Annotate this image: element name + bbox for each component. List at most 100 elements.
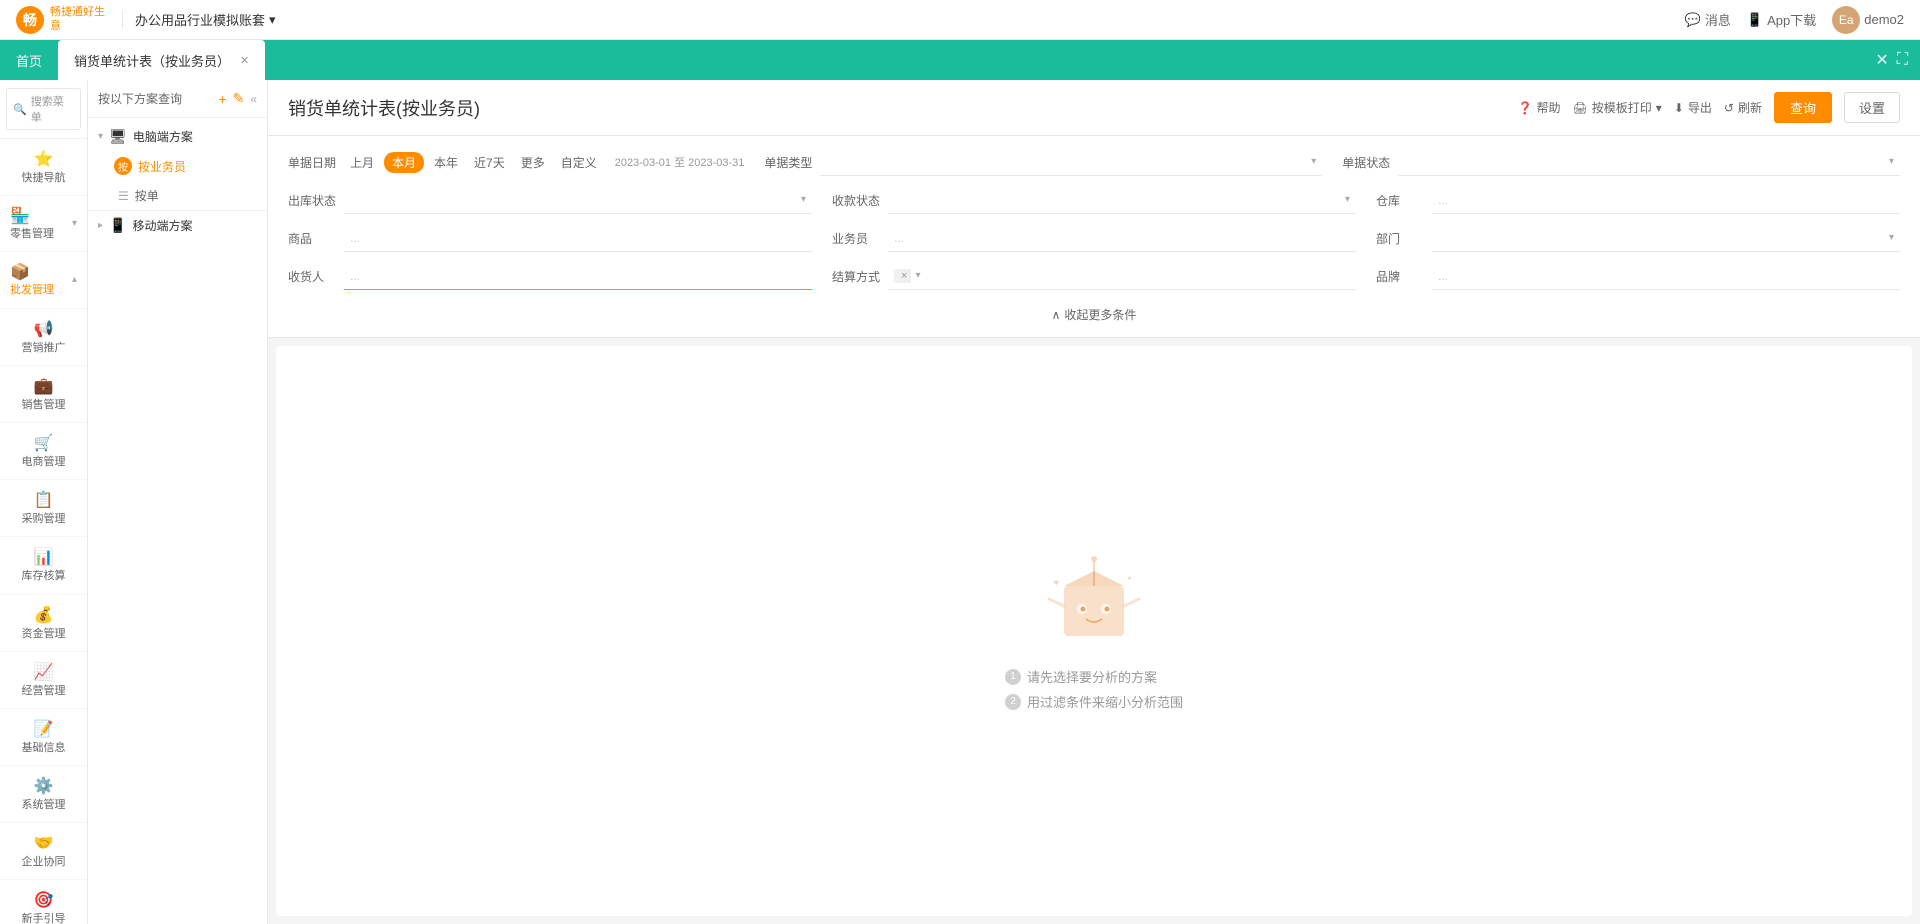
- sidebar-item-enterprise[interactable]: 🤝 企业协同: [0, 823, 87, 880]
- sidebar-item-inventory[interactable]: 📊 库存核算: [0, 537, 87, 594]
- sidebar-item-retail[interactable]: 🏪 零售管理 ▾: [0, 196, 87, 252]
- date-tab-this-year[interactable]: 本年: [428, 152, 464, 173]
- goods-placeholder: ...: [350, 231, 806, 245]
- sidebar-item-operations[interactable]: 📈 经营管理: [0, 652, 87, 709]
- mobile-icon: 📱: [109, 217, 126, 234]
- page-title: 销货单统计表(按业务员): [288, 95, 480, 133]
- query-btn[interactable]: 查询: [1774, 92, 1832, 123]
- message-action[interactable]: 💬 消息: [1685, 10, 1731, 29]
- collapse-arrow-icon: ∧: [1052, 308, 1061, 322]
- tab-sales-stat-label: 销货单统计表（按业务员）: [74, 51, 230, 70]
- tab-sales-stat[interactable]: 销货单统计表（按业务员） ✕: [58, 40, 265, 80]
- help-btn[interactable]: ❓ 帮助: [1518, 99, 1561, 116]
- filter-goods: 商品 ...: [288, 224, 812, 252]
- sidebar-item-sales-mgmt[interactable]: 💼 销售管理: [0, 366, 87, 423]
- consignee-control[interactable]: ...: [344, 262, 812, 290]
- filter-row-2: 出库状态 ▾ 收款状态 ▾: [288, 186, 1900, 214]
- filter-warehouse: 仓库 ...: [1376, 186, 1900, 214]
- doc-status-arrow: ▾: [1889, 156, 1894, 167]
- help-label: 帮助: [1537, 99, 1561, 116]
- doc-status-label: 单据状态: [1342, 154, 1398, 171]
- retail-icon: 🏪: [10, 206, 30, 226]
- tip-num-1: 1: [1005, 669, 1021, 685]
- date-range: 2023-03-01 至 2023-03-31: [615, 154, 745, 170]
- collapse-more-label: 收起更多条件: [1064, 306, 1136, 323]
- settings-btn[interactable]: 设置: [1844, 92, 1900, 123]
- scheme-add-btn[interactable]: +: [218, 91, 226, 107]
- sidebar-item-marketing[interactable]: 📢 营销推广: [0, 309, 87, 366]
- wholesale-arrow: ▴: [72, 274, 77, 285]
- doc-type-control[interactable]: ▾: [820, 148, 1322, 176]
- date-tab-custom[interactable]: 自定义: [555, 152, 603, 173]
- tab-expand-btn[interactable]: ⛶: [1897, 51, 1908, 69]
- dept-arrow: ▾: [1889, 232, 1894, 243]
- sidebar-item-quick-nav[interactable]: ⭐ 快捷导航: [0, 139, 87, 196]
- dept-control[interactable]: ▾: [1432, 224, 1900, 252]
- sidebar-item-ecommerce[interactable]: 🛒 电商管理: [0, 423, 87, 480]
- scheme-sub-by-salesperson[interactable]: 按 按业务员: [88, 151, 267, 181]
- refresh-btn[interactable]: ↺ 刷新: [1724, 99, 1762, 116]
- scheme-sub-by-order[interactable]: ☰ 按单: [88, 181, 267, 210]
- scheme-pc-group-header[interactable]: ▾ 🖥 电脑端方案: [88, 122, 267, 151]
- sidebar-item-newbie[interactable]: 🎯 新手引导: [0, 880, 87, 924]
- user-action[interactable]: Ea demo2: [1832, 6, 1904, 34]
- doc-status-control[interactable]: ▾: [1398, 148, 1900, 176]
- tab-close-btn[interactable]: ✕: [240, 54, 249, 67]
- filter-settlement: 结算方式 × ▾: [832, 262, 1356, 290]
- export-btn[interactable]: ⬇ 导出: [1674, 99, 1712, 116]
- date-tab-last-month[interactable]: 上月: [344, 152, 380, 173]
- out-status-control[interactable]: ▾: [344, 186, 812, 214]
- out-status-label: 出库状态: [288, 192, 344, 209]
- finance-icon: 💰: [34, 605, 54, 625]
- empty-tip-1: 1 请先选择要分析的方案: [1005, 667, 1183, 686]
- newbie-label: 新手引导: [22, 913, 66, 924]
- brand-control[interactable]: ...: [1432, 262, 1900, 290]
- scheme-collapse-btn[interactable]: «: [250, 92, 257, 106]
- app-selector-arrow: ▾: [269, 12, 276, 28]
- print-btn[interactable]: 🖨 按模板打印 ▾: [1573, 99, 1662, 116]
- ecommerce-icon: 🛒: [34, 433, 54, 453]
- sidebar-item-basic-info[interactable]: 📝 基础信息: [0, 709, 87, 766]
- goods-control[interactable]: ...: [344, 224, 812, 252]
- print-icon: 🖨: [1573, 101, 1588, 115]
- salesperson-control[interactable]: ...: [888, 224, 1356, 252]
- date-tab-this-month[interactable]: 本月: [384, 152, 424, 173]
- tab-home[interactable]: 首页: [0, 40, 58, 80]
- app-download-action[interactable]: 📱 App下载: [1747, 10, 1816, 29]
- date-tab-more[interactable]: 更多: [515, 152, 551, 173]
- sidebar-search-btn[interactable]: 🔍 搜索菜单: [6, 88, 81, 130]
- scheme-pc-group: ▾ 🖥 电脑端方案 按 按业务员 ☰ 按单 ▸ 📱 移动端方案: [88, 118, 267, 244]
- sidebar-item-purchase[interactable]: 📋 采购管理: [0, 480, 87, 537]
- system-label: 系统管理: [22, 799, 66, 812]
- quick-nav-label: 快捷导航: [22, 172, 66, 185]
- scheme-mobile-group-header[interactable]: ▸ 📱 移动端方案: [88, 211, 267, 240]
- date-tab-last-7[interactable]: 近7天: [468, 152, 511, 173]
- out-status-arrow: ▾: [801, 194, 806, 205]
- mobile-expand-arrow: ▸: [98, 220, 103, 231]
- sidebar-item-system[interactable]: ⚙️ 系统管理: [0, 766, 87, 823]
- retail-label: 零售管理: [10, 228, 54, 241]
- filter-out-status: 出库状态 ▾: [288, 186, 812, 214]
- tab-minimize-btn[interactable]: ✕: [1875, 50, 1888, 70]
- empty-tip-2: 2 用过滤条件来缩小分析范围: [1005, 692, 1183, 711]
- wholesale-icon: 📦: [10, 262, 30, 282]
- warehouse-placeholder: ...: [1438, 193, 1894, 207]
- receipt-status-label: 收款状态: [832, 192, 888, 209]
- date-filter: 单据日期 上月 本月 本年 近7天 更多 自定义 2023-03-01 至 20…: [288, 152, 744, 173]
- settlement-tag-close[interactable]: ×: [901, 270, 907, 282]
- receipt-status-control[interactable]: ▾: [888, 186, 1356, 214]
- message-icon: 💬: [1685, 12, 1701, 28]
- collapse-more-btn[interactable]: ∧ 收起更多条件: [1052, 306, 1137, 323]
- sidebar-item-wholesale[interactable]: 📦 批发管理 ▴: [0, 252, 87, 308]
- logo-text: 畅捷通好生意: [50, 6, 110, 32]
- scheme-edit-btn[interactable]: ✎: [233, 90, 245, 107]
- filter-doc-status: 单据状态 ▾: [1342, 148, 1900, 176]
- warehouse-control[interactable]: ...: [1432, 186, 1900, 214]
- app-selector[interactable]: 办公用品行业模拟账套 ▾: [122, 10, 276, 29]
- sidebar-item-finance[interactable]: 💰 资金管理: [0, 595, 87, 652]
- empty-illustration: ✦ ✦: [1044, 551, 1144, 651]
- settlement-control[interactable]: × ▾: [888, 262, 1356, 290]
- operations-label: 经营管理: [22, 685, 66, 698]
- empty-tips: 1 请先选择要分析的方案 2 用过滤条件来缩小分析范围: [1005, 667, 1183, 711]
- inventory-label: 库存核算: [22, 570, 66, 583]
